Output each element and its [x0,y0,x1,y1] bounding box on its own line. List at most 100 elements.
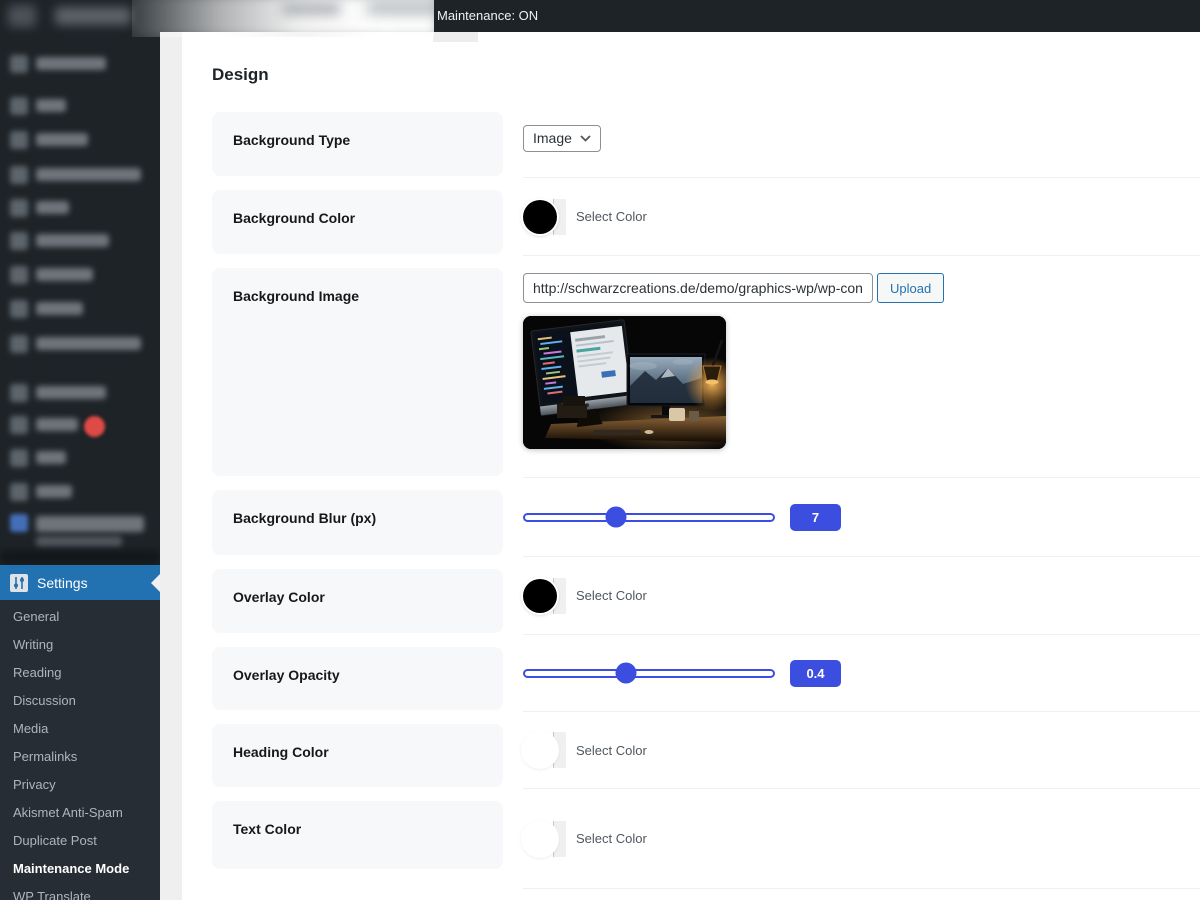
slider-thumb[interactable] [605,507,626,528]
select-value: Image [533,130,572,146]
redacted-menu-item[interactable] [0,232,160,252]
background-image-url-input[interactable] [523,273,873,303]
menu-icon [10,232,28,250]
menu-icon [10,384,28,402]
setting-label: Overlay Opacity [212,647,503,710]
redacted-adminbar-region [132,0,434,37]
color-swatch [523,579,557,613]
redacted-menu-item[interactable] [0,335,160,355]
menu-icon [10,300,28,318]
submenu-item-permalinks[interactable]: Permalinks [0,743,160,771]
setting-row-background-image: Background Image Upload [212,256,1200,478]
select-color-label: Select Color [576,209,647,224]
redacted-menu-item[interactable] [0,416,160,436]
submenu-item-reading[interactable]: Reading [0,659,160,687]
setting-row-overlay-color: Overlay Color Select Color [212,557,1200,635]
wp-logo-icon[interactable] [8,5,36,27]
select-color-label: Select Color [576,831,647,846]
chevron-down-icon [580,135,591,142]
menu-label [36,485,72,498]
menu-icon [10,266,28,284]
menu-label [36,57,106,70]
redacted-menu-item[interactable] [0,166,160,186]
color-swatch [523,733,557,767]
admin-menu: Settings General Writing Reading Discuss… [0,32,160,900]
setting-label: Background Blur (px) [212,490,503,555]
redacted-menu-item[interactable] [0,199,160,219]
background-image-preview [523,316,726,449]
submenu-item-general[interactable]: General [0,603,160,631]
adminbar-tab [433,32,478,42]
background-color-picker-button[interactable]: Select Color [523,199,647,235]
menu-label [36,201,69,214]
redacted-menu-item[interactable] [0,514,160,534]
menu-icon [10,97,28,115]
background-type-select[interactable]: Image [523,125,601,152]
overlay-opacity-slider: 0.4 [523,660,841,687]
slider-thumb[interactable] [616,663,637,684]
menu-label [36,536,122,547]
redacted-menu-item[interactable] [0,483,160,503]
page-title: Design [212,65,1200,85]
menu-icon [10,416,28,434]
submenu-item-discussion[interactable]: Discussion [0,687,160,715]
text-color-picker-button[interactable]: Select Color [523,821,647,857]
upload-button[interactable]: Upload [877,273,944,303]
slider-track[interactable] [523,669,775,678]
setting-label: Background Type [212,112,503,176]
setting-row-background-color: Background Color Select Color [212,178,1200,256]
content-gutter [160,32,182,900]
menu-label [36,418,78,431]
redacted-menu-item[interactable] [0,55,160,75]
menu-icon [10,199,28,217]
admin-top-bar: Maintenance: ON [0,0,1200,32]
sidebar-item-settings[interactable]: Settings [0,565,160,600]
submenu-item-wp-translate[interactable]: WP Translate [0,883,160,900]
redaction-smudge [367,2,434,14]
slider-value-badge: 7 [790,504,841,531]
redaction-smudge [0,550,160,564]
heading-color-picker-button[interactable]: Select Color [523,732,647,768]
redacted-menu-item[interactable] [0,449,160,469]
submenu-item-maintenance-mode[interactable]: Maintenance Mode [0,855,160,883]
slider-track[interactable] [523,513,775,522]
settings-submenu: General Writing Reading Discussion Media… [0,600,160,900]
menu-icon [10,55,28,73]
setting-label: Text Color [212,801,503,869]
submenu-item-duplicate-post[interactable]: Duplicate Post [0,827,160,855]
current-item-arrow [142,574,160,592]
maintenance-status[interactable]: Maintenance: ON [437,0,538,32]
sidebar-item-label: Settings [37,575,88,591]
setting-label: Background Color [212,190,503,254]
settings-panel: Design Background Type Image Background … [182,32,1200,900]
setting-label: Overlay Color [212,569,503,633]
overlay-color-picker-button[interactable]: Select Color [523,578,647,614]
menu-icon [10,131,28,149]
menu-icon [10,483,28,501]
menu-icon [10,166,28,184]
menu-icon [10,449,28,467]
setting-row-background-type: Background Type Image [212,100,1200,178]
redacted-menu-item[interactable] [0,266,160,286]
menu-label [36,268,93,281]
redacted-menu-item[interactable] [0,300,160,320]
color-swatch [523,822,557,856]
redacted-adminbar-item[interactable] [55,7,131,25]
redacted-menu-item[interactable] [0,384,160,404]
notification-badge [84,416,105,437]
submenu-item-akismet[interactable]: Akismet Anti-Spam [0,799,160,827]
menu-label [36,168,141,181]
redaction-smudge [282,4,340,14]
setting-label: Background Image [212,268,503,476]
menu-label [36,99,66,112]
submenu-item-writing[interactable]: Writing [0,631,160,659]
submenu-item-media[interactable]: Media [0,715,160,743]
submenu-item-privacy[interactable]: Privacy [0,771,160,799]
plugin-icon [10,514,28,532]
redacted-menu-item[interactable] [0,131,160,151]
slider-value-badge: 0.4 [790,660,841,687]
desk-photo [523,316,726,449]
select-color-label: Select Color [576,743,647,758]
redacted-menu-item[interactable] [0,97,160,117]
setting-row-background-blur: Background Blur (px) 7 [212,478,1200,557]
